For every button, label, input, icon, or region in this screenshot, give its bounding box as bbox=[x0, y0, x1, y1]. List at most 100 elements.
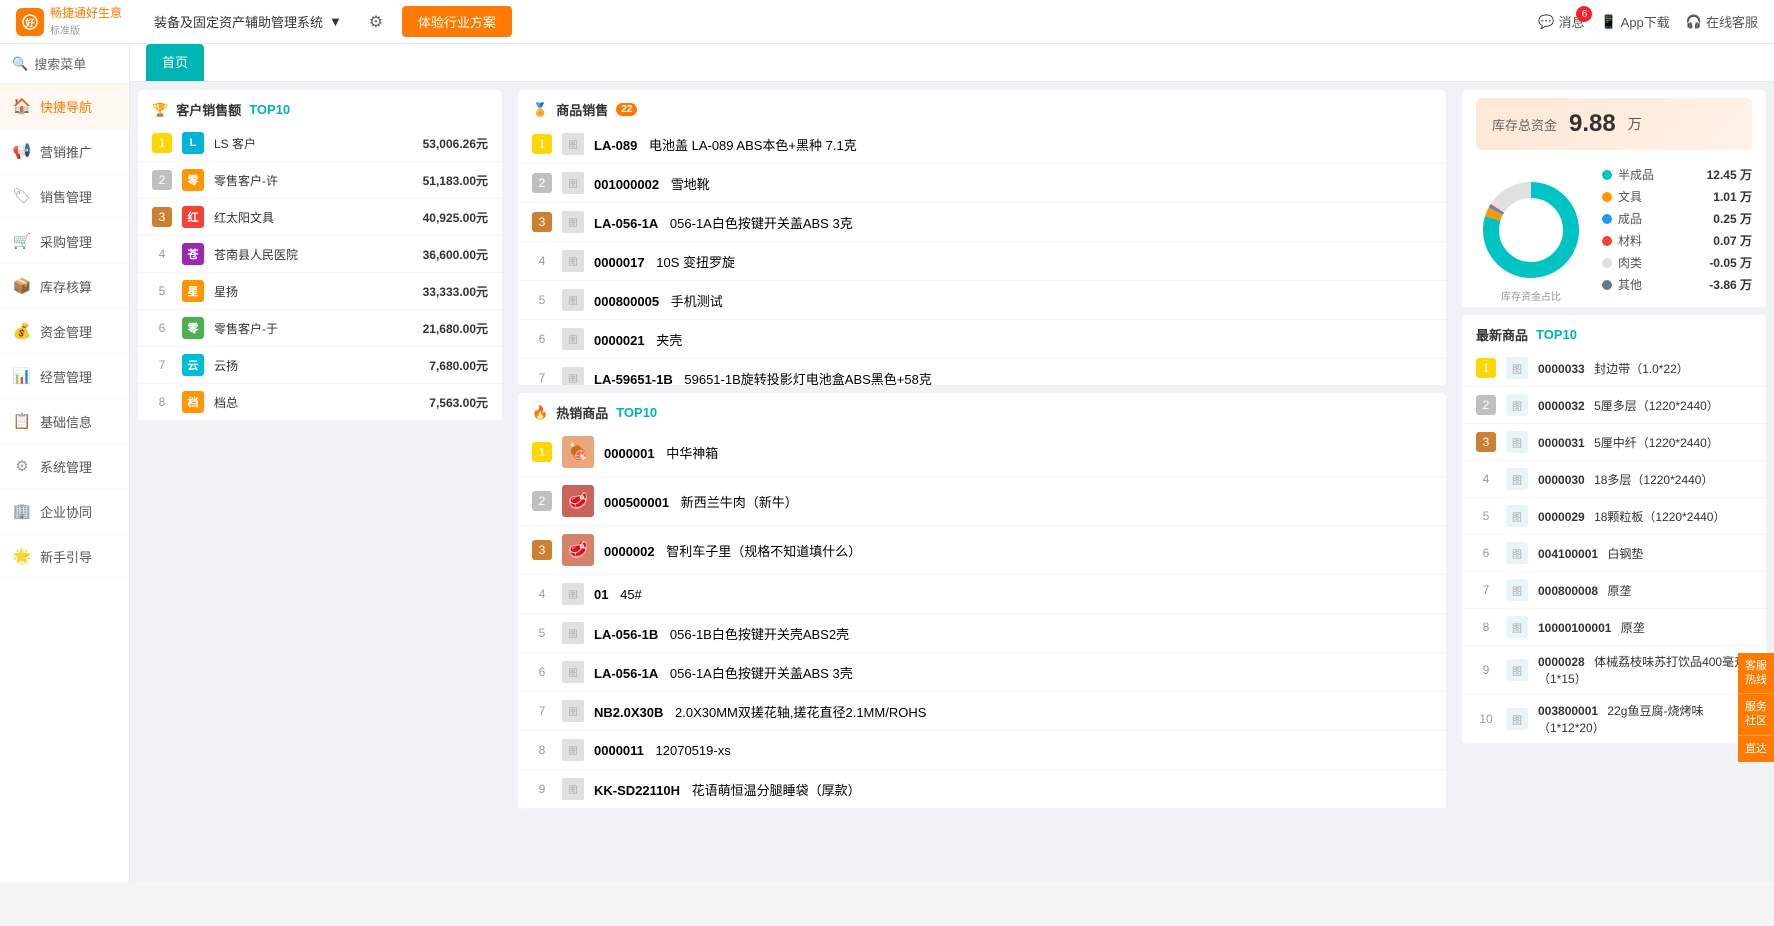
customer-rank-item: 4 苍 苍南县人民医院 36,600.00元 bbox=[138, 236, 502, 273]
product-name-7: 59651-1B旋转投影灯电池盒ABS黑色+58克 bbox=[684, 372, 931, 386]
newest-product-item: 4 图 0000030 18多层（1220*2440） bbox=[1462, 461, 1766, 498]
newest-thumb-10: 图 bbox=[1506, 708, 1528, 730]
legend-item-6: 其他 -3.86 万 bbox=[1602, 276, 1752, 293]
customer-ranking-card: 🏆 客户销售额 TOP10 1 L LS 客户 53,006.26元 2 bbox=[138, 90, 502, 421]
hot-product-code-1: 0000001 bbox=[604, 446, 655, 461]
direct-btn[interactable]: 直达 bbox=[1738, 736, 1774, 762]
hot-product-name-5: 056-1B白色按键开关壳ABS2壳 bbox=[670, 627, 849, 642]
customer-rank-item: 8 档 档总 7,563.00元 bbox=[138, 384, 502, 421]
product-name-4: 10S 变扭罗旋 bbox=[656, 255, 735, 270]
hot-product-code-3: 0000002 bbox=[604, 544, 655, 559]
hot-product-name-8: 12070519-xs bbox=[656, 743, 731, 758]
newest-code-9: 0000028 bbox=[1538, 655, 1585, 669]
product-ranking-list: 1 图 LA-089 电池盖 LA-089 ABS本色+黑种 7.1克 2 图 … bbox=[518, 125, 1446, 385]
legend-value-1: 12.45 万 bbox=[1707, 166, 1752, 183]
main-content: 首页 🏆 客户销售额 TOP10 1 L LS 客户 53,006.26元 bbox=[130, 44, 1774, 882]
sidebar-item-quick-nav[interactable]: 🏠 快捷导航 bbox=[0, 84, 129, 129]
newest-name-1: 封边带（1.0*22） bbox=[1594, 362, 1689, 376]
rank-number-4: 4 bbox=[152, 244, 172, 264]
sidebar-item-inventory[interactable]: 📦 库存核算 bbox=[0, 264, 129, 309]
legend-item-5: 肉类 -0.05 万 bbox=[1602, 254, 1752, 271]
newest-product-item: 7 图 000800008 原垄 bbox=[1462, 572, 1766, 609]
product-rank-item: 6 图 0000021 夹壳 bbox=[518, 320, 1446, 359]
hot-product-name-2: 新西兰牛肉（新牛） bbox=[681, 495, 798, 510]
service-community-btn[interactable]: 服务社区 bbox=[1738, 694, 1774, 736]
newest-products-title: 最新商品 bbox=[1476, 325, 1528, 344]
legend-dot-5 bbox=[1602, 258, 1612, 268]
newest-rank-6: 6 bbox=[1476, 543, 1496, 563]
hot-rank-2: 2 bbox=[532, 491, 552, 511]
sidebar-label-finance: 资金管理 bbox=[40, 322, 92, 341]
product-info-4: 0000017 10S 变扭罗旋 bbox=[594, 252, 1432, 271]
hot-rank-3: 3 bbox=[532, 540, 552, 560]
rank-number-1: 1 bbox=[152, 133, 172, 153]
product-thumb-1: 图 bbox=[562, 133, 584, 155]
header-center: 装备及固定资产辅助管理系统 ▼ ⚙ 体验行业方案 bbox=[146, 6, 1538, 37]
product-name-6: 夹壳 bbox=[656, 333, 682, 348]
app-download-item[interactable]: 📱 App下载 bbox=[1600, 12, 1669, 31]
hot-product-thumb-7: 图 bbox=[562, 700, 584, 722]
sidebar-item-new-guide[interactable]: 🌟 新手引导 bbox=[0, 534, 129, 579]
trial-button[interactable]: 体验行业方案 bbox=[402, 6, 512, 37]
online-service-item[interactable]: 🎧 在线客服 bbox=[1686, 12, 1758, 31]
legend-dot-3 bbox=[1602, 214, 1612, 224]
newest-code-2: 0000032 bbox=[1538, 399, 1585, 413]
sidebar-item-sales[interactable]: 🏷 销售管理 bbox=[0, 174, 129, 219]
newest-product-item: 9 图 0000028 体械荔枝味苏打饮品400毫升（1*15） bbox=[1462, 646, 1766, 695]
sidebar-item-system[interactable]: ⚙ 系统管理 bbox=[0, 444, 129, 489]
sidebar-item-enterprise[interactable]: 🏢 企业协同 bbox=[0, 489, 129, 534]
newest-product-item: 1 图 0000033 封边带（1.0*22） bbox=[1462, 350, 1766, 387]
customer-amount-5: 33,333.00元 bbox=[423, 283, 488, 300]
sidebar-item-marketing[interactable]: 📢 营销推广 bbox=[0, 129, 129, 174]
system-selector[interactable]: 装备及固定资产辅助管理系统 ▼ bbox=[146, 8, 350, 35]
hot-rank-1: 1 bbox=[532, 442, 552, 462]
customer-amount-4: 36,600.00元 bbox=[423, 246, 488, 263]
sidebar-item-purchase[interactable]: 🛒 采购管理 bbox=[0, 219, 129, 264]
top10-label: TOP10 bbox=[249, 102, 290, 117]
sidebar-item-basic-info[interactable]: 📋 基础信息 bbox=[0, 399, 129, 444]
prod-rank-6: 6 bbox=[532, 329, 552, 349]
newest-thumb-3: 图 bbox=[1506, 431, 1528, 453]
newest-info-10: 003800001 22g鱼豆腐-烧烤味（1*12*20） bbox=[1538, 702, 1752, 736]
sidebar-item-operations[interactable]: 📊 经营管理 bbox=[0, 354, 129, 399]
hot-product-item: 6 图 LA-056-1A 056-1A白色按键开关盖ABS 3壳 bbox=[518, 653, 1446, 692]
dropdown-icon: ▼ bbox=[329, 14, 342, 29]
newest-name-3: 5厘中纤（1220*2440） bbox=[1594, 436, 1719, 450]
hot-product-info-5: LA-056-1B 056-1B白色按键开关壳ABS2壳 bbox=[594, 624, 1432, 643]
system-icon: ⚙ bbox=[12, 456, 32, 476]
newest-thumb-1: 图 bbox=[1506, 357, 1528, 379]
newest-thumb-4: 图 bbox=[1506, 468, 1528, 490]
hot-product-info-3: 0000002 智利车子里（规格不知道填什么） bbox=[604, 541, 1432, 560]
search-menu[interactable]: 🔍 搜索菜单 bbox=[0, 44, 129, 84]
legend-item-4: 材料 0.07 万 bbox=[1602, 232, 1752, 249]
inventory-total: 库存总资金 9.88 万 bbox=[1476, 98, 1752, 150]
sidebar-item-finance[interactable]: 💰 资金管理 bbox=[0, 309, 129, 354]
hot-product-code-6: LA-056-1A bbox=[594, 666, 658, 681]
hot-product-code-5: LA-056-1B bbox=[594, 627, 658, 642]
customer-rank-item: 2 零 零售客户-许 51,183.00元 bbox=[138, 162, 502, 199]
customer-avatar-5: 星 bbox=[182, 280, 204, 302]
customer-ranking-list: 1 L LS 客户 53,006.26元 2 零 零售客户-许 51,183.0… bbox=[138, 125, 502, 421]
customer-service-btn[interactable]: 客服热线 bbox=[1738, 653, 1774, 695]
customer-avatar-6: 零 bbox=[182, 317, 204, 339]
legend-item-3: 成品 0.25 万 bbox=[1602, 210, 1752, 227]
logo-area: 好 畅捷通好生意 标准版 bbox=[16, 6, 146, 37]
newest-rank-7: 7 bbox=[1476, 580, 1496, 600]
home-icon: 🏠 bbox=[12, 96, 32, 116]
newest-info-8: 10000100001 原垄 bbox=[1538, 619, 1752, 636]
newest-thumb-5: 图 bbox=[1506, 505, 1528, 527]
product-rank-item: 7 图 LA-59651-1B 59651-1B旋转投影灯电池盒ABS黑色+58… bbox=[518, 359, 1446, 385]
customer-amount-3: 40,925.00元 bbox=[423, 209, 488, 226]
product-info-5: 000800005 手机测试 bbox=[594, 291, 1432, 310]
top-header: 好 畅捷通好生意 标准版 装备及固定资产辅助管理系统 ▼ ⚙ 体验行业方案 💬 … bbox=[0, 0, 1774, 44]
newest-product-item: 5 图 0000029 18颗粒板（1220*2440） bbox=[1462, 498, 1766, 535]
message-item[interactable]: 💬 消息 6 bbox=[1538, 12, 1584, 31]
sidebar-label-basic-info: 基础信息 bbox=[40, 412, 92, 431]
online-service-label: 在线客服 bbox=[1706, 12, 1758, 31]
tab-home[interactable]: 首页 bbox=[146, 44, 204, 81]
legend-value-4: 0.07 万 bbox=[1713, 232, 1752, 249]
newest-info-9: 0000028 体械荔枝味苏打饮品400毫升（1*15） bbox=[1538, 653, 1752, 687]
gear-button[interactable]: ⚙ bbox=[362, 8, 390, 36]
search-menu-label: 搜索菜单 bbox=[34, 54, 86, 73]
product-code-7: LA-59651-1B bbox=[594, 372, 673, 386]
